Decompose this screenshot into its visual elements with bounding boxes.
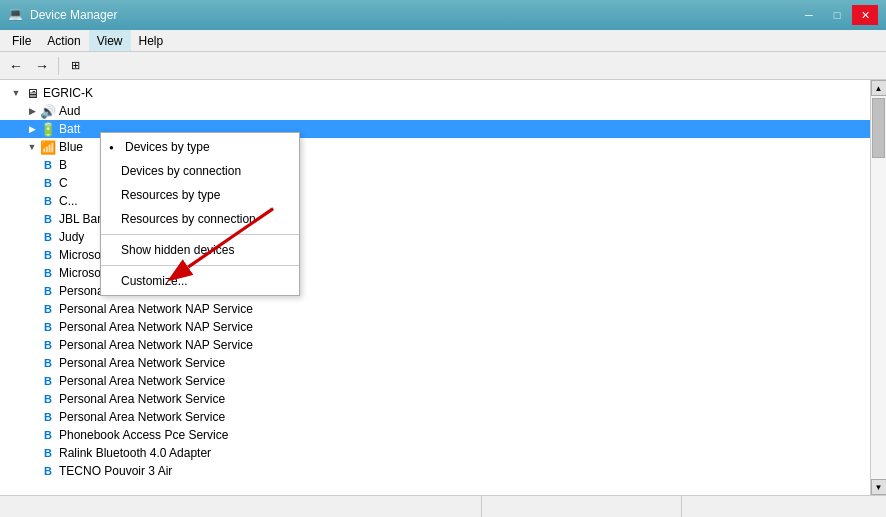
- minimize-button[interactable]: ─: [796, 5, 822, 25]
- devices-by-type-label: Devices by type: [125, 140, 210, 154]
- bt-device-icon: B: [40, 175, 56, 191]
- audio-icon: 🔊: [40, 103, 56, 119]
- bt-device-icon: B: [40, 319, 56, 335]
- main-content: ▼ 🖥 EGRIC-K ▶ 🔊 Aud ▶ 🔋 Batt ▼ 📶 Blue: [0, 80, 886, 495]
- resources-by-connection-label: Resources by connection: [121, 212, 256, 226]
- item-label: Batt: [59, 122, 80, 136]
- vertical-scrollbar[interactable]: ▲ ▼: [870, 80, 886, 495]
- menu-bar: File Action View Help: [0, 30, 886, 52]
- scrollbar-track[interactable]: [871, 96, 886, 479]
- item-label: B: [59, 158, 67, 172]
- tree-item-pan-nap-2[interactable]: B Personal Area Network NAP Service: [0, 300, 870, 318]
- menu-help[interactable]: Help: [131, 30, 172, 51]
- menu-devices-by-type[interactable]: ● Devices by type: [101, 135, 299, 159]
- status-bar: [0, 495, 886, 517]
- item-label: Personal Area Network Service: [59, 356, 225, 370]
- show-hidden-devices-label: Show hidden devices: [121, 243, 234, 257]
- menu-show-hidden-devices[interactable]: Show hidden devices: [101, 238, 299, 262]
- toolbar: ← → ⊞: [0, 52, 886, 80]
- bt-device-icon: B: [40, 157, 56, 173]
- item-label: Judy: [59, 230, 84, 244]
- scroll-down-arrow[interactable]: ▼: [871, 479, 887, 495]
- forward-button[interactable]: →: [30, 55, 54, 77]
- item-label: Phonebook Access Pce Service: [59, 428, 228, 442]
- bt-device-icon: B: [40, 247, 56, 263]
- item-label: Personal Area Network Service: [59, 410, 225, 424]
- bt-device-icon: B: [40, 373, 56, 389]
- scroll-up-arrow[interactable]: ▲: [871, 80, 887, 96]
- status-section-3: [682, 496, 882, 517]
- item-label: Personal Area Network NAP Service: [59, 320, 253, 334]
- bluetooth-icon: 📶: [40, 139, 56, 155]
- tree-item-pan-2[interactable]: B Personal Area Network Service: [0, 372, 870, 390]
- bt-device-icon: B: [40, 463, 56, 479]
- view-dropdown-menu: ● Devices by type Devices by connection …: [100, 132, 300, 296]
- status-section-2: [482, 496, 682, 517]
- bt-device-icon: B: [40, 409, 56, 425]
- tree-item[interactable]: ▶ 🔊 Aud: [0, 102, 870, 120]
- bt-device-icon: B: [40, 211, 56, 227]
- tree-item-phonebook[interactable]: B Phonebook Access Pce Service: [0, 426, 870, 444]
- item-label: C...: [59, 194, 78, 208]
- item-label: Personal Area Network Service: [59, 374, 225, 388]
- menu-file[interactable]: File: [4, 30, 39, 51]
- item-label: Ralink Bluetooth 4.0 Adapter: [59, 446, 211, 460]
- properties-button[interactable]: ⊞: [63, 55, 87, 77]
- menu-action[interactable]: Action: [39, 30, 88, 51]
- bt-device-icon: B: [40, 337, 56, 353]
- bt-device-icon: B: [40, 301, 56, 317]
- item-label: Aud: [59, 104, 80, 118]
- bt-device-icon: B: [40, 445, 56, 461]
- tree-item-pan-nap-3[interactable]: B Personal Area Network NAP Service: [0, 318, 870, 336]
- expand-icon[interactable]: ▼: [24, 139, 40, 155]
- app-icon: 💻: [8, 7, 24, 23]
- menu-view[interactable]: View: [89, 30, 131, 51]
- item-label: Blue: [59, 140, 83, 154]
- item-label: TECNO Pouvoir 3 Air: [59, 464, 172, 478]
- expand-icon[interactable]: ▶: [24, 103, 40, 119]
- title-bar: 💻 Device Manager ─ □ ✕: [0, 0, 886, 30]
- bt-device-icon: B: [40, 193, 56, 209]
- title-bar-left: 💻 Device Manager: [8, 7, 117, 23]
- title-bar-controls: ─ □ ✕: [796, 5, 878, 25]
- item-label: Personal Area Network NAP Service: [59, 302, 253, 316]
- close-button[interactable]: ✕: [852, 5, 878, 25]
- battery-icon: 🔋: [40, 121, 56, 137]
- maximize-button[interactable]: □: [824, 5, 850, 25]
- tree-item-ralink[interactable]: B Ralink Bluetooth 4.0 Adapter: [0, 444, 870, 462]
- menu-separator: [101, 234, 299, 235]
- customize-label: Customize...: [121, 274, 188, 288]
- tree-item-pan-1[interactable]: B Personal Area Network Service: [0, 354, 870, 372]
- status-section-1: [4, 496, 482, 517]
- menu-devices-by-connection[interactable]: Devices by connection: [101, 159, 299, 183]
- root-label: EGRIC-K: [43, 86, 93, 100]
- scrollbar-thumb[interactable]: [872, 98, 885, 158]
- bt-device-icon: B: [40, 355, 56, 371]
- bt-device-icon: B: [40, 229, 56, 245]
- window-title: Device Manager: [30, 8, 117, 22]
- resources-by-type-label: Resources by type: [121, 188, 220, 202]
- item-label: Personal Area Network Service: [59, 392, 225, 406]
- menu-resources-by-type[interactable]: Resources by type: [101, 183, 299, 207]
- bt-device-icon: B: [40, 283, 56, 299]
- expand-icon[interactable]: ▶: [24, 121, 40, 137]
- tree-item-tecno[interactable]: B TECNO Pouvoir 3 Air: [0, 462, 870, 480]
- back-button[interactable]: ←: [4, 55, 28, 77]
- bt-device-icon: B: [40, 265, 56, 281]
- bt-device-icon: B: [40, 427, 56, 443]
- item-label: Personal Area Network NAP Service: [59, 338, 253, 352]
- menu-separator-2: [101, 265, 299, 266]
- bt-device-icon: B: [40, 391, 56, 407]
- menu-customize[interactable]: Customize...: [101, 269, 299, 293]
- computer-icon: 🖥: [24, 85, 40, 101]
- tree-item-pan-4[interactable]: B Personal Area Network Service: [0, 408, 870, 426]
- tree-item-pan-3[interactable]: B Personal Area Network Service: [0, 390, 870, 408]
- item-label: C: [59, 176, 68, 190]
- toolbar-separator: [58, 57, 59, 75]
- tree-root[interactable]: ▼ 🖥 EGRIC-K: [0, 84, 870, 102]
- tree-item-pan-nap-4[interactable]: B Personal Area Network NAP Service: [0, 336, 870, 354]
- menu-resources-by-connection[interactable]: Resources by connection: [101, 207, 299, 231]
- expand-icon[interactable]: ▼: [8, 85, 24, 101]
- devices-by-connection-label: Devices by connection: [121, 164, 241, 178]
